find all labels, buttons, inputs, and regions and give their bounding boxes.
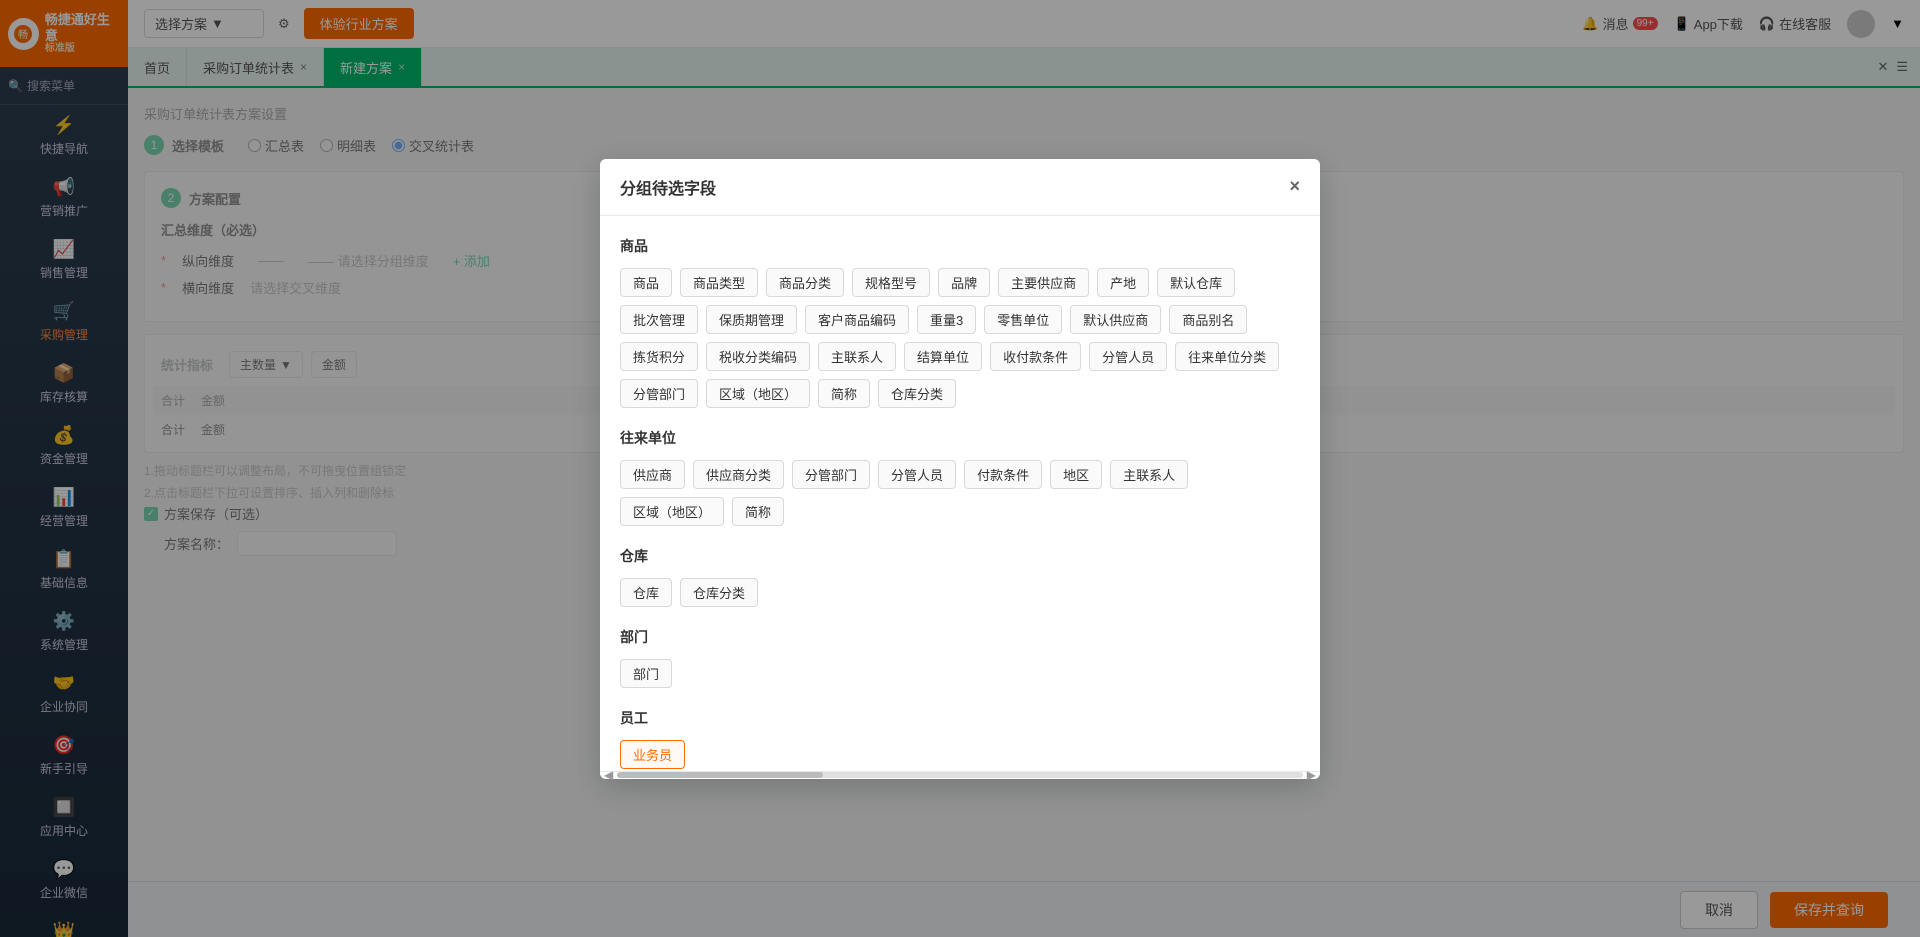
field-chip-product[interactable]: 商品 (620, 268, 672, 297)
field-chip-warehouse-cat[interactable]: 仓库分类 (680, 578, 758, 607)
field-chip-main-contact-p[interactable]: 主联系人 (1110, 460, 1188, 489)
field-chip-alias[interactable]: 商品别名 (1169, 305, 1247, 334)
field-list-warehouse: 仓库 仓库分类 (620, 578, 1300, 607)
field-section-partner: 往来单位 供应商 供应商分类 分管部门 分管人员 付款条件 地区 主联系人 区域… (620, 428, 1300, 526)
field-chip-tax-code[interactable]: 税收分类编码 (706, 342, 810, 371)
field-chip-weight[interactable]: 重量3 (917, 305, 976, 334)
field-chip-default-supplier[interactable]: 默认供应商 (1070, 305, 1161, 334)
field-chip-payment-terms[interactable]: 收付款条件 (990, 342, 1081, 371)
field-chip-partner-category[interactable]: 往来单位分类 (1175, 342, 1279, 371)
field-select-modal: 分组待选字段 × 商品 商品 商品类型 商品分类 规格型号 品牌 主要供应商 产… (600, 159, 1320, 779)
field-chip-supplier-category[interactable]: 供应商分类 (693, 460, 784, 489)
field-chip-supplier[interactable]: 供应商 (620, 460, 685, 489)
field-chip-expiry-mgmt[interactable]: 保质期管理 (706, 305, 797, 334)
field-chip-region-p[interactable]: 地区 (1050, 460, 1102, 489)
field-chip-dept-p[interactable]: 分管部门 (792, 460, 870, 489)
field-chip-batch-mgmt[interactable]: 批次管理 (620, 305, 698, 334)
field-chip-default-warehouse[interactable]: 默认仓库 (1157, 268, 1235, 297)
section-title-product: 商品 (620, 236, 1300, 256)
field-chip-short-name-p[interactable]: 简称 (732, 497, 784, 526)
field-chip-dept[interactable]: 分管部门 (620, 379, 698, 408)
field-chip-manager[interactable]: 分管人员 (1089, 342, 1167, 371)
modal-header: 分组待选字段 × (600, 159, 1320, 216)
field-section-staff: 员工 业务员 (620, 708, 1300, 769)
field-chip-payment-terms-p[interactable]: 付款条件 (964, 460, 1042, 489)
field-chip-product-category[interactable]: 商品分类 (766, 268, 844, 297)
field-list-partner: 供应商 供应商分类 分管部门 分管人员 付款条件 地区 主联系人 区域（地区） … (620, 460, 1300, 526)
field-list-product: 商品 商品类型 商品分类 规格型号 品牌 主要供应商 产地 默认仓库 批次管理 … (620, 268, 1300, 408)
field-list-staff: 业务员 (620, 740, 1300, 769)
modal-body[interactable]: 商品 商品 商品类型 商品分类 规格型号 品牌 主要供应商 产地 默认仓库 批次… (600, 216, 1320, 771)
field-chip-retail-unit[interactable]: 零售单位 (984, 305, 1062, 334)
field-chip-region-area[interactable]: 区域（地区） (620, 497, 724, 526)
section-title-staff: 员工 (620, 708, 1300, 728)
field-chip-main-supplier[interactable]: 主要供应商 (998, 268, 1089, 297)
field-chip-settlement-unit[interactable]: 结算单位 (904, 342, 982, 371)
field-chip-department[interactable]: 部门 (620, 659, 672, 688)
scroll-left-btn[interactable]: ◀ (604, 768, 613, 782)
field-chip-brand[interactable]: 品牌 (938, 268, 990, 297)
modal-overlay: 分组待选字段 × 商品 商品 商品类型 商品分类 规格型号 品牌 主要供应商 产… (0, 0, 1920, 937)
field-section-warehouse: 仓库 仓库 仓库分类 (620, 546, 1300, 607)
field-list-department: 部门 (620, 659, 1300, 688)
field-chip-customer-code[interactable]: 客户商品编码 (805, 305, 909, 334)
field-chip-product-type[interactable]: 商品类型 (680, 268, 758, 297)
section-title-department: 部门 (620, 627, 1300, 647)
field-chip-warehouse-category[interactable]: 仓库分类 (878, 379, 956, 408)
modal-close-button[interactable]: × (1289, 176, 1300, 197)
field-section-department: 部门 部门 (620, 627, 1300, 688)
field-chip-origin[interactable]: 产地 (1097, 268, 1149, 297)
field-chip-manager-p[interactable]: 分管人员 (878, 460, 956, 489)
field-chip-pick-score[interactable]: 拣货积分 (620, 342, 698, 371)
field-chip-warehouse-w[interactable]: 仓库 (620, 578, 672, 607)
scroll-right-btn[interactable]: ▶ (1307, 768, 1316, 782)
section-title-warehouse: 仓库 (620, 546, 1300, 566)
modal-title: 分组待选字段 (620, 175, 716, 199)
field-chip-spec-model[interactable]: 规格型号 (852, 268, 930, 297)
section-title-partner: 往来单位 (620, 428, 1300, 448)
hscroll-thumb[interactable] (617, 772, 823, 778)
field-chip-main-contact[interactable]: 主联系人 (818, 342, 896, 371)
field-chip-region[interactable]: 区域（地区） (706, 379, 810, 408)
field-section-product: 商品 商品 商品类型 商品分类 规格型号 品牌 主要供应商 产地 默认仓库 批次… (620, 236, 1300, 408)
field-chip-salesperson[interactable]: 业务员 (620, 740, 685, 769)
field-chip-short-name[interactable]: 简称 (818, 379, 870, 408)
modal-horizontal-scrollbar[interactable]: ◀ ▶ (600, 771, 1320, 779)
